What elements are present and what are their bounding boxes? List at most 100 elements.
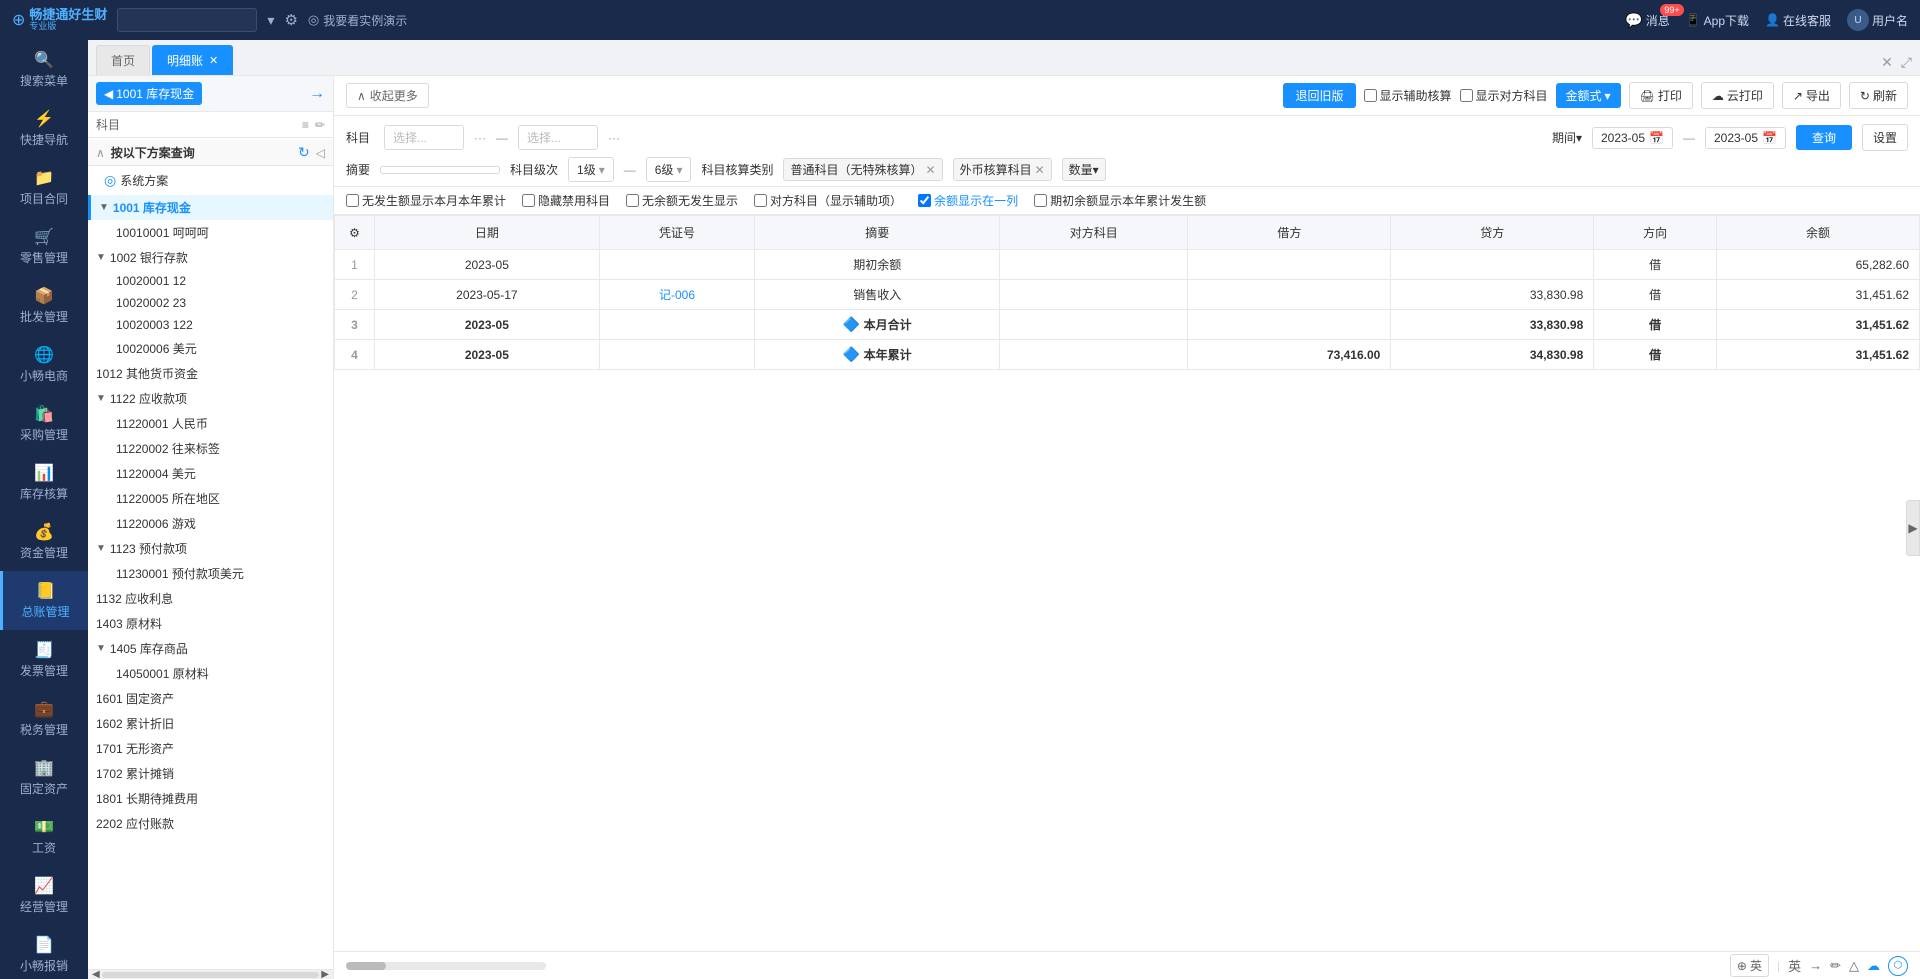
tree-node-10020003[interactable]: 10020003 122 (88, 314, 333, 336)
sidebar-item-inventory[interactable]: 📊 库存核算 (0, 453, 88, 512)
topbar-demo-btn[interactable]: ◎ 我要看实例演示 (308, 12, 407, 29)
query-refresh-icon[interactable]: ↻ (298, 144, 310, 161)
sidebar-item-search[interactable]: 🔍 搜索菜单 (0, 40, 88, 99)
tree-node-1132[interactable]: 1132 应收利息 (88, 586, 333, 611)
tree-node-11220005[interactable]: 11220005 所在地区 (88, 486, 333, 511)
app-download-btn[interactable]: 📱 App下载 (1686, 12, 1749, 29)
collapse-arrow-icon[interactable]: ∧ (96, 146, 105, 160)
show-aux-checkbox[interactable]: 显示辅助核算 (1364, 87, 1452, 104)
tree-node-11220004[interactable]: 11220004 美元 (88, 461, 333, 486)
tab-maximize-icon[interactable]: ⤢ (1901, 54, 1912, 71)
option-no-balance-input[interactable] (346, 194, 359, 207)
tree-node-1702[interactable]: 1702 累计摊销 (88, 761, 333, 786)
service-btn[interactable]: 👤 在线客服 (1765, 12, 1831, 29)
topbar-search-input[interactable] (117, 8, 257, 32)
tree-node-14050001[interactable]: 14050001 原材料 (88, 661, 333, 686)
bottom-action-6[interactable]: ⬡ (1888, 956, 1908, 976)
message-btn[interactable]: 💬 消息 99+ (1625, 12, 1669, 29)
tag-quantity[interactable]: 数量▾ (1062, 158, 1106, 181)
cloud-print-btn[interactable]: ☁ 云打印 (1701, 82, 1774, 109)
tab-close-all-icon[interactable]: ✕ (1881, 54, 1893, 71)
tree-node-1701[interactable]: 1701 无形资产 (88, 736, 333, 761)
refresh-btn[interactable]: ↻ 刷新 (1849, 82, 1908, 109)
bottom-action-5[interactable]: ☁ (1867, 958, 1880, 974)
tree-node-10020006[interactable]: 10020006 美元 (88, 336, 333, 361)
tree-list-icon[interactable]: ≡ (302, 118, 309, 132)
right-collapse-btn[interactable]: ▶ (1906, 500, 1920, 556)
row-voucher-2[interactable]: 记-006 (599, 280, 755, 310)
tag-normal-close-icon[interactable]: ✕ (926, 163, 936, 177)
tab-detail[interactable]: 明细账 ✕ (152, 45, 233, 75)
tree-node-1801[interactable]: 1801 长期待摊费用 (88, 786, 333, 811)
topbar-gear-icon[interactable]: ⚙ (284, 11, 297, 29)
tree-node-11220006[interactable]: 11220006 游戏 (88, 511, 333, 536)
tree-node-1123[interactable]: ▼ 1123 预付款项 (88, 536, 333, 561)
option-balance-col[interactable]: 余额显示在一列 (918, 192, 1018, 209)
tree-node-1001[interactable]: ▼ 1001 库存现金 (88, 195, 333, 220)
bottom-action-2[interactable]: → (1809, 958, 1822, 973)
tree-node-11230001[interactable]: 11230001 预付款项美元 (88, 561, 333, 586)
option-hide-disabled-input[interactable] (522, 194, 535, 207)
tree-node-10010001[interactable]: 10010001 呵呵呵 (88, 220, 333, 245)
print-btn[interactable]: 🖨 打印 (1629, 82, 1693, 109)
tree-scroll-left-icon[interactable]: ◀ (92, 969, 100, 979)
col-settings[interactable]: ⚙ (335, 216, 375, 250)
user-btn[interactable]: U 用户名 (1847, 9, 1908, 31)
subject-input[interactable]: 选择... (384, 125, 464, 150)
tree-node-11220002[interactable]: 11220002 往来标签 (88, 436, 333, 461)
tree-node-1002[interactable]: ▼ 1002 银行存款 (88, 245, 333, 270)
sidebar-item-tax[interactable]: 💼 税务管理 (0, 689, 88, 748)
sidebar-item-ledger[interactable]: 📒 总账管理 (0, 571, 88, 630)
sidebar-item-wholesale[interactable]: 📦 批发管理 (0, 276, 88, 335)
bottom-action-1[interactable]: 英 (1788, 956, 1801, 975)
sidebar-item-finance[interactable]: 💰 资金管理 (0, 512, 88, 571)
lang-switcher[interactable]: ⊕ 英 (1730, 954, 1769, 977)
option-no-balance[interactable]: 无发生额显示本月本年累计 (346, 192, 506, 209)
sidebar-item-ecommerce[interactable]: 🌐 小畅电商 (0, 335, 88, 394)
sidebar-item-shortcut[interactable]: ⚡ 快捷导航 (0, 99, 88, 158)
level-from-select[interactable]: 1级 ▾ (568, 157, 614, 182)
tree-node-10020001[interactable]: 10020001 12 (88, 270, 333, 292)
tree-node-1601[interactable]: 1601 固定资产 (88, 686, 333, 711)
expand-btn[interactable]: ∧ 收起更多 (346, 83, 429, 108)
summary-input[interactable] (380, 166, 500, 174)
bottom-action-4[interactable]: △ (1849, 958, 1859, 974)
sidebar-item-salary[interactable]: 💵 工资 (0, 807, 88, 866)
option-opposite-input[interactable] (754, 194, 767, 207)
tree-edit-icon[interactable]: ✏ (315, 118, 325, 132)
option-opposite[interactable]: 对方科目（显示辅助项） (754, 192, 902, 209)
query-submit-btn[interactable]: 查询 (1796, 125, 1852, 150)
export-btn[interactable]: ↗ 导出 (1782, 82, 1841, 109)
show-opposite-checkbox[interactable]: 显示对方科目 (1460, 87, 1548, 104)
sidebar-item-purchase[interactable]: 🛍️ 采购管理 (0, 394, 88, 453)
tree-node-1012[interactable]: 1012 其他货币资金 (88, 361, 333, 386)
sidebar-item-invoice[interactable]: 🧾 发票管理 (0, 630, 88, 689)
tree-node-2202[interactable]: 2202 应付账款 (88, 811, 333, 836)
amount-format-btn[interactable]: 金额式 ▾ (1556, 83, 1621, 108)
sidebar-item-fixed-assets[interactable]: 🏢 固定资产 (0, 748, 88, 807)
level-to-select[interactable]: 6级 ▾ (646, 157, 692, 182)
bottom-scrollbar-track[interactable] (346, 962, 546, 970)
tree-scroll-right-icon[interactable]: ▶ (321, 969, 329, 979)
option-hide-disabled[interactable]: 隐藏禁用科目 (522, 192, 610, 209)
option-no-balance-show-input[interactable] (626, 194, 639, 207)
tree-node-10020002[interactable]: 10020002 23 (88, 292, 333, 314)
tree-node-1405[interactable]: ▼ 1405 库存商品 (88, 636, 333, 661)
tab-home[interactable]: 首页 (96, 45, 150, 75)
tree-scrollbar-thumb[interactable] (102, 972, 320, 978)
tree-node-1403[interactable]: 1403 原材料 (88, 611, 333, 636)
option-ytd-input[interactable] (1034, 194, 1047, 207)
query-collapse-icon[interactable]: ◁ (316, 146, 325, 160)
bottom-action-3[interactable]: ✏ (1830, 958, 1841, 974)
tag-foreign-close-icon[interactable]: ✕ (1035, 163, 1045, 177)
period-from-input[interactable]: 2023-05 📅 (1592, 127, 1673, 149)
sidebar-item-operations[interactable]: 📈 经营管理 (0, 866, 88, 925)
topbar-chevron-icon[interactable]: ▾ (267, 12, 274, 29)
show-aux-input[interactable] (1364, 89, 1377, 102)
option-ytd[interactable]: 期初余额显示本年累计发生额 (1034, 192, 1206, 209)
sidebar-item-sales-report[interactable]: 📄 小畅报销 (0, 925, 88, 979)
show-opposite-input[interactable] (1460, 89, 1473, 102)
sidebar-item-retail[interactable]: 🛒 零售管理 (0, 217, 88, 276)
filter-settings-btn[interactable]: 设置 (1862, 124, 1908, 151)
sidebar-item-project[interactable]: 📁 项目合同 (0, 158, 88, 217)
